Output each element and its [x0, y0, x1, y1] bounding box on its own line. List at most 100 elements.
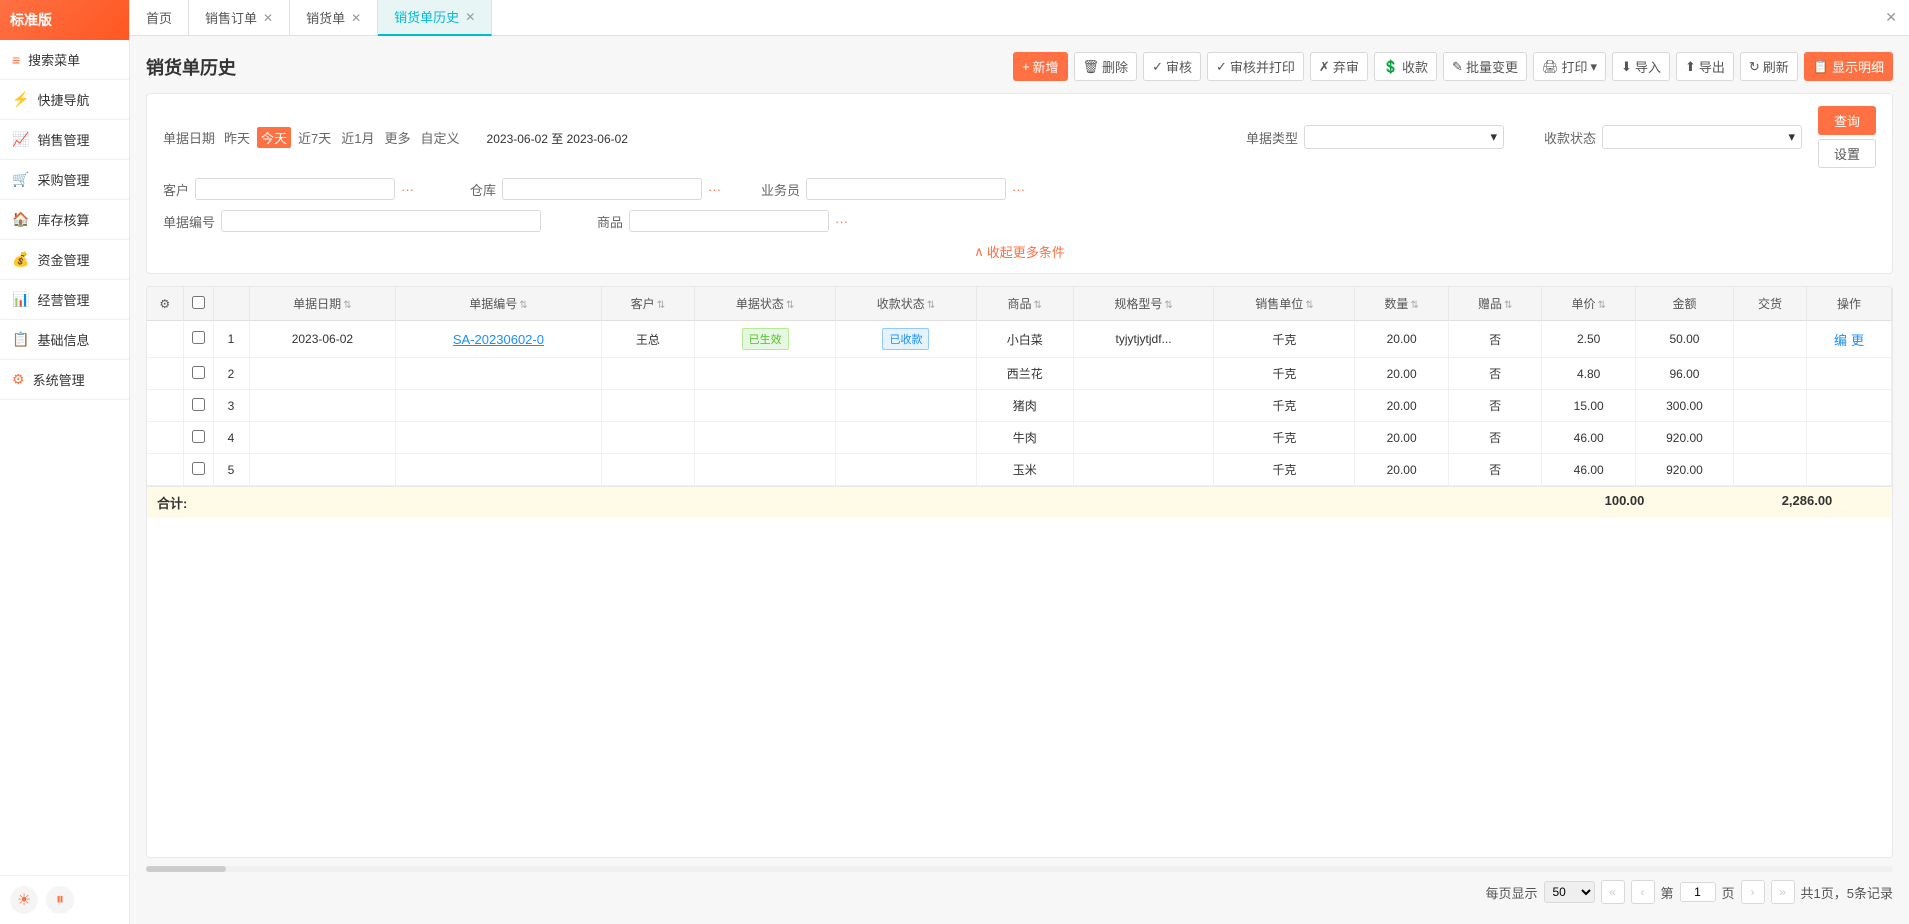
- filter-doc-type-select[interactable]: ▾: [1304, 125, 1504, 149]
- tab-close-sales-delivery[interactable]: ✕: [351, 11, 361, 25]
- sidebar-item-inventory[interactable]: 🏠 库存核算: [0, 200, 129, 240]
- import-button[interactable]: ⬇ 导入: [1612, 52, 1670, 81]
- tab-close-sales-history[interactable]: ✕: [465, 10, 475, 24]
- tab-sales-history[interactable]: 销货单历史 ✕: [378, 0, 492, 36]
- row-doc-no[interactable]: [396, 454, 601, 486]
- filter-goods-input[interactable]: [629, 210, 829, 232]
- select-all-checkbox[interactable]: [192, 296, 205, 309]
- col-gift[interactable]: 赠品⇅: [1448, 287, 1542, 321]
- sidebar-item-search[interactable]: ≡ 搜索菜单: [0, 40, 129, 80]
- show-detail-button[interactable]: 📋 显示明细: [1804, 52, 1893, 81]
- col-quantity[interactable]: 数量⇅: [1355, 287, 1449, 321]
- row-doc-no[interactable]: [396, 390, 601, 422]
- batch-change-button[interactable]: ✎ 批量变更: [1443, 52, 1527, 81]
- filter-payment-status-label: 收款状态: [1544, 128, 1596, 147]
- print-button[interactable]: 🖨 打印 ▾: [1533, 52, 1606, 81]
- page-prev-btn[interactable]: ‹: [1631, 880, 1655, 904]
- row-doc-no[interactable]: [396, 422, 601, 454]
- customer-ellipsis[interactable]: ···: [401, 182, 414, 197]
- row-num: 1: [213, 321, 249, 358]
- action-edit[interactable]: 编: [1834, 333, 1847, 348]
- tabs-close-all[interactable]: ✕: [1873, 9, 1909, 26]
- date-7days[interactable]: 近7天: [295, 127, 334, 148]
- col-sales-unit[interactable]: 销售单位⇅: [1214, 287, 1355, 321]
- row-amount: 920.00: [1635, 422, 1733, 454]
- tab-sales-order[interactable]: 销售订单 ✕: [189, 0, 290, 36]
- row-transaction: [1734, 321, 1807, 358]
- col-check[interactable]: [183, 287, 213, 321]
- audit-print-icon: ✓: [1216, 59, 1227, 75]
- page-input[interactable]: [1680, 882, 1716, 902]
- row-goods: 玉米: [976, 454, 1073, 486]
- col-doc-date[interactable]: 单据日期⇅: [249, 287, 396, 321]
- page-last-btn[interactable]: »: [1771, 880, 1795, 904]
- col-amount[interactable]: 金额: [1635, 287, 1733, 321]
- date-today[interactable]: 今天: [257, 127, 291, 148]
- refresh-button[interactable]: ↻ 刷新: [1740, 52, 1798, 81]
- horizontal-scrollbar[interactable]: [146, 866, 1893, 872]
- audit-print-button[interactable]: ✓ 审核并打印: [1207, 52, 1304, 81]
- goods-ellipsis[interactable]: ···: [835, 214, 848, 229]
- sidebar-item-purchase[interactable]: 🛒 采购管理: [0, 160, 129, 200]
- filter-payment-status-select[interactable]: ▾: [1602, 125, 1802, 149]
- row-doc-status: [695, 454, 836, 486]
- filter-customer-input[interactable]: [195, 178, 395, 200]
- sidebar-footer-btn1[interactable]: ☀: [10, 886, 38, 914]
- collapse-button[interactable]: ∧ 收起更多条件: [974, 242, 1065, 261]
- sidebar-item-system[interactable]: ⚙ 系统管理: [0, 360, 129, 400]
- audit-button[interactable]: ✓ 审核: [1143, 52, 1201, 81]
- row-gift: 否: [1448, 358, 1542, 390]
- row-check[interactable]: [183, 422, 213, 454]
- date-custom[interactable]: 自定义: [418, 127, 463, 148]
- filter-doc-no-input[interactable]: [221, 210, 541, 232]
- sidebar-footer-btn2[interactable]: ⏸: [46, 886, 74, 914]
- per-page-select[interactable]: 20 50 100: [1544, 881, 1595, 903]
- filter-salesperson-input[interactable]: [806, 178, 1006, 200]
- salesperson-ellipsis[interactable]: ···: [1012, 182, 1025, 197]
- row-doc-no[interactable]: [396, 358, 601, 390]
- page-next-btn[interactable]: ›: [1741, 880, 1765, 904]
- query-button[interactable]: 查询: [1818, 106, 1876, 135]
- settings-button[interactable]: 设置: [1818, 139, 1876, 168]
- row-check[interactable]: [183, 358, 213, 390]
- col-payment-status[interactable]: 收款状态⇅: [836, 287, 977, 321]
- warehouse-ellipsis[interactable]: ···: [708, 182, 721, 197]
- tab-sales-delivery[interactable]: 销货单 ✕: [290, 0, 378, 36]
- new-button[interactable]: + 新增: [1013, 52, 1068, 81]
- show-detail-icon: 📋: [1813, 59, 1829, 75]
- abandon-button[interactable]: ✗ 弃审: [1310, 52, 1368, 81]
- filter-goods-label: 商品: [597, 212, 623, 231]
- row-check[interactable]: [183, 390, 213, 422]
- col-goods[interactable]: 商品⇅: [976, 287, 1073, 321]
- col-doc-no[interactable]: 单据编号⇅: [396, 287, 601, 321]
- col-gear[interactable]: ⚙: [147, 287, 183, 321]
- tab-close-sales-order[interactable]: ✕: [263, 11, 273, 25]
- col-doc-status[interactable]: 单据状态⇅: [695, 287, 836, 321]
- scrollbar-thumb[interactable]: [146, 866, 226, 872]
- row-check[interactable]: [183, 321, 213, 358]
- sidebar-item-quick[interactable]: ⚡ 快捷导航: [0, 80, 129, 120]
- sidebar-item-finance[interactable]: 💰 资金管理: [0, 240, 129, 280]
- col-unit-price[interactable]: 单价⇅: [1542, 287, 1636, 321]
- batch-change-icon: ✎: [1452, 59, 1463, 75]
- collect-button[interactable]: 💲 收款: [1374, 52, 1437, 81]
- row-doc-no[interactable]: SA-20230602-0: [396, 321, 601, 358]
- date-more[interactable]: 更多: [382, 127, 414, 148]
- row-gift: 否: [1448, 454, 1542, 486]
- main-area: 首页 销售订单 ✕ 销货单 ✕ 销货单历史 ✕ ✕ 销货单历史 + 新增: [130, 0, 1909, 924]
- col-spec[interactable]: 规格型号⇅: [1073, 287, 1214, 321]
- date-1month[interactable]: 近1月: [338, 127, 377, 148]
- col-customer[interactable]: 客户⇅: [601, 287, 695, 321]
- date-yesterday[interactable]: 昨天: [221, 127, 253, 148]
- sidebar-item-sales[interactable]: 📈 销售管理: [0, 120, 129, 160]
- row-check[interactable]: [183, 454, 213, 486]
- action-more[interactable]: 更: [1851, 333, 1864, 348]
- export-button[interactable]: ⬆ 导出: [1676, 52, 1734, 81]
- sidebar-item-operation[interactable]: 📊 经营管理: [0, 280, 129, 320]
- filter-warehouse-input[interactable]: [502, 178, 702, 200]
- tab-home[interactable]: 首页: [130, 0, 189, 36]
- sales-icon: 📈: [12, 131, 29, 148]
- page-first-btn[interactable]: «: [1601, 880, 1625, 904]
- sidebar-item-basic[interactable]: 📋 基础信息: [0, 320, 129, 360]
- delete-button[interactable]: 🗑 删除: [1074, 52, 1138, 81]
